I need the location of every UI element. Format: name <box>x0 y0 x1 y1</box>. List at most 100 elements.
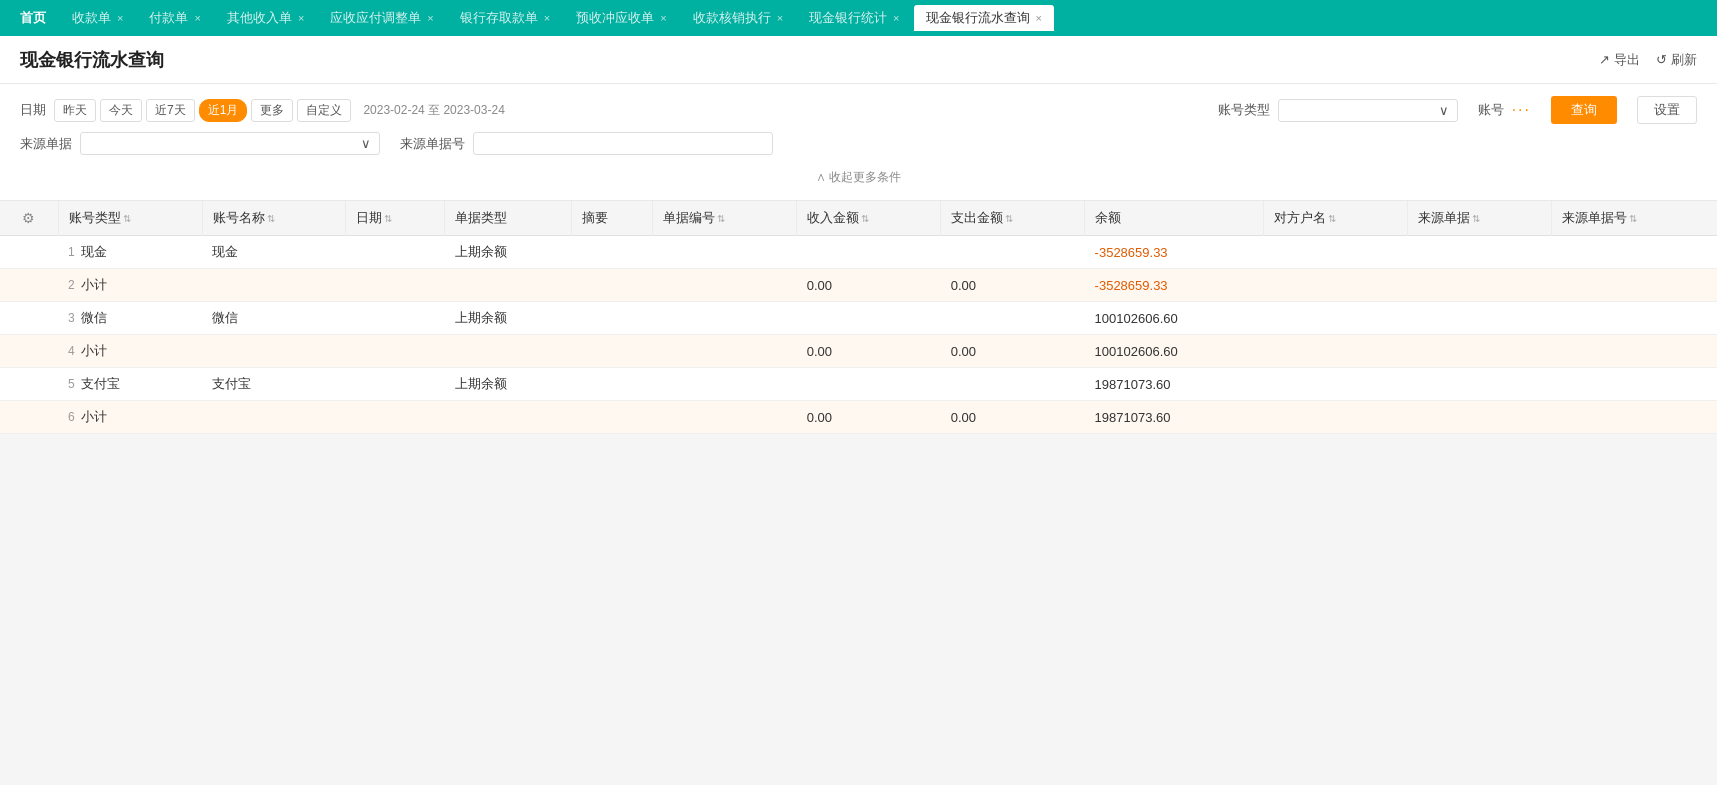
cell-date <box>346 335 445 368</box>
sort-icon[interactable]: ⇅ <box>267 213 275 224</box>
cell-doc_no <box>653 236 797 269</box>
tab-close-icon[interactable]: × <box>194 12 200 24</box>
cell-expense <box>941 302 1085 335</box>
date-btn-昨天[interactable]: 昨天 <box>54 99 96 122</box>
tab-close-icon[interactable]: × <box>777 12 783 24</box>
sort-icon[interactable]: ⇅ <box>1629 213 1637 224</box>
col-header-source_doc_no[interactable]: 来源单据号⇅ <box>1551 201 1717 236</box>
col-header-counterpart[interactable]: 对方户名⇅ <box>1263 201 1407 236</box>
cell-source_doc <box>1407 335 1551 368</box>
tab-label: 预收冲应收单 <box>576 9 654 27</box>
export-icon: ↗ <box>1599 52 1610 67</box>
table-area: ⚙账号类型⇅账号名称⇅日期⇅单据类型摘要单据编号⇅收入金额⇅支出金额⇅余额对方户… <box>0 201 1717 434</box>
account-dots-button[interactable]: ··· <box>1512 101 1531 119</box>
col-header-account_name[interactable]: 账号名称⇅ <box>202 201 346 236</box>
cell-account_type: 3 微信 <box>58 302 202 335</box>
cell-account_type: 1 现金 <box>58 236 202 269</box>
export-button[interactable]: ↗ 导出 <box>1599 51 1640 69</box>
cell-doc_no <box>653 368 797 401</box>
sort-icon[interactable]: ⇅ <box>1472 213 1480 224</box>
cell-account_type: 2 小计 <box>58 269 202 302</box>
tab-close-icon[interactable]: × <box>893 12 899 24</box>
tab-close-icon[interactable]: × <box>427 12 433 24</box>
tab-close-icon[interactable]: × <box>298 12 304 24</box>
date-label: 日期 <box>20 101 46 119</box>
cell-balance: 100102606.60 <box>1085 335 1264 368</box>
sort-icon[interactable]: ⇅ <box>1005 213 1013 224</box>
sort-icon[interactable]: ⇅ <box>384 213 392 224</box>
source-doc-select[interactable]: ∨ <box>80 132 380 155</box>
cell-doc_no <box>653 269 797 302</box>
tab-close-icon[interactable]: × <box>1036 12 1042 24</box>
nav-tab-收款核销执行[interactable]: 收款核销执行× <box>681 5 795 31</box>
cell-counterpart <box>1263 368 1407 401</box>
date-btn-近1月[interactable]: 近1月 <box>199 99 248 122</box>
cell-counterpart <box>1263 335 1407 368</box>
nav-tab-付款单[interactable]: 付款单× <box>137 5 212 31</box>
tab-close-icon[interactable]: × <box>544 12 550 24</box>
cell-gear <box>0 335 58 368</box>
nav-home[interactable]: 首页 <box>8 5 58 31</box>
nav-tab-预收冲应收单[interactable]: 预收冲应收单 × <box>564 5 678 31</box>
date-btn-今天[interactable]: 今天 <box>100 99 142 122</box>
cell-expense: 0.00 <box>941 401 1085 434</box>
sort-icon[interactable]: ⇅ <box>123 213 131 224</box>
tab-close-icon[interactable]: × <box>117 12 123 24</box>
refresh-label: 刷新 <box>1671 51 1697 69</box>
col-header-doc_no[interactable]: 单据编号⇅ <box>653 201 797 236</box>
nav-tab-现金银行流水查询[interactable]: 现金银行流水查询× <box>914 5 1054 31</box>
cell-gear <box>0 302 58 335</box>
col-header-income[interactable]: 收入金额⇅ <box>797 201 941 236</box>
sort-icon[interactable]: ⇅ <box>1328 213 1336 224</box>
col-header-account_type[interactable]: 账号类型⇅ <box>58 201 202 236</box>
tab-close-icon[interactable]: × <box>660 12 666 24</box>
cell-source_doc_no <box>1551 335 1717 368</box>
col-header-source_doc[interactable]: 来源单据⇅ <box>1407 201 1551 236</box>
sort-icon[interactable]: ⇅ <box>861 213 869 224</box>
col-header-expense[interactable]: 支出金额⇅ <box>941 201 1085 236</box>
account-type-select[interactable]: ∨ <box>1278 99 1458 122</box>
cell-counterpart <box>1263 302 1407 335</box>
cell-account_type: 5 支付宝 <box>58 368 202 401</box>
table-gear-icon[interactable]: ⚙ <box>22 210 35 226</box>
cell-balance: 19871073.60 <box>1085 401 1264 434</box>
cell-gear <box>0 401 58 434</box>
cell-balance: 19871073.60 <box>1085 368 1264 401</box>
col-label: 余额 <box>1095 210 1121 225</box>
cell-source_doc <box>1407 368 1551 401</box>
col-label: 单据编号 <box>663 210 715 225</box>
tab-label: 现金银行统计 <box>809 9 887 27</box>
collapse-bar[interactable]: ∧ 收起更多条件 <box>20 163 1697 188</box>
nav-tab-其他收入单[interactable]: 其他收入单× <box>215 5 316 31</box>
settings-button[interactable]: 设置 <box>1637 96 1697 124</box>
cell-doc_type: 上期余额 <box>445 302 572 335</box>
cell-date <box>346 302 445 335</box>
query-button[interactable]: 查询 <box>1551 96 1617 124</box>
cell-summary <box>571 269 653 302</box>
account-filter-group: 账号 ··· <box>1478 101 1531 119</box>
cell-balance: -3528659.33 <box>1085 236 1264 269</box>
chevron-down-icon: ∨ <box>1439 103 1449 118</box>
date-btn-更多[interactable]: 更多 <box>251 99 293 122</box>
cell-source_doc <box>1407 401 1551 434</box>
cell-account_name: 支付宝 <box>202 368 346 401</box>
nav-tab-现金银行统计[interactable]: 现金银行统计 × <box>797 5 911 31</box>
date-btn-自定义[interactable]: 自定义 <box>297 99 351 122</box>
source-doc-no-input[interactable] <box>473 132 773 155</box>
tab-label: 应收应付调整单 <box>330 9 421 27</box>
cell-account_type: 6 小计 <box>58 401 202 434</box>
cell-date <box>346 236 445 269</box>
nav-tab-应收应付调整单[interactable]: 应收应付调整单 × <box>318 5 445 31</box>
cell-gear <box>0 269 58 302</box>
cell-doc_type: 上期余额 <box>445 236 572 269</box>
date-btn-近7天[interactable]: 近7天 <box>146 99 195 122</box>
nav-tab-收款单[interactable]: 收款单× <box>60 5 135 31</box>
account-label: 账号 <box>1478 101 1504 119</box>
sort-icon[interactable]: ⇅ <box>717 213 725 224</box>
filter-row-1: 日期 昨天今天近7天近1月更多自定义 2023-02-24 至 2023-03-… <box>20 96 1697 124</box>
cell-source_doc <box>1407 302 1551 335</box>
col-header-date[interactable]: 日期⇅ <box>346 201 445 236</box>
table-row: 2 小计0.000.00-3528659.33 <box>0 269 1717 302</box>
nav-tab-银行存取款单[interactable]: 银行存取款单× <box>448 5 562 31</box>
refresh-button[interactable]: ↺ 刷新 <box>1656 51 1697 69</box>
